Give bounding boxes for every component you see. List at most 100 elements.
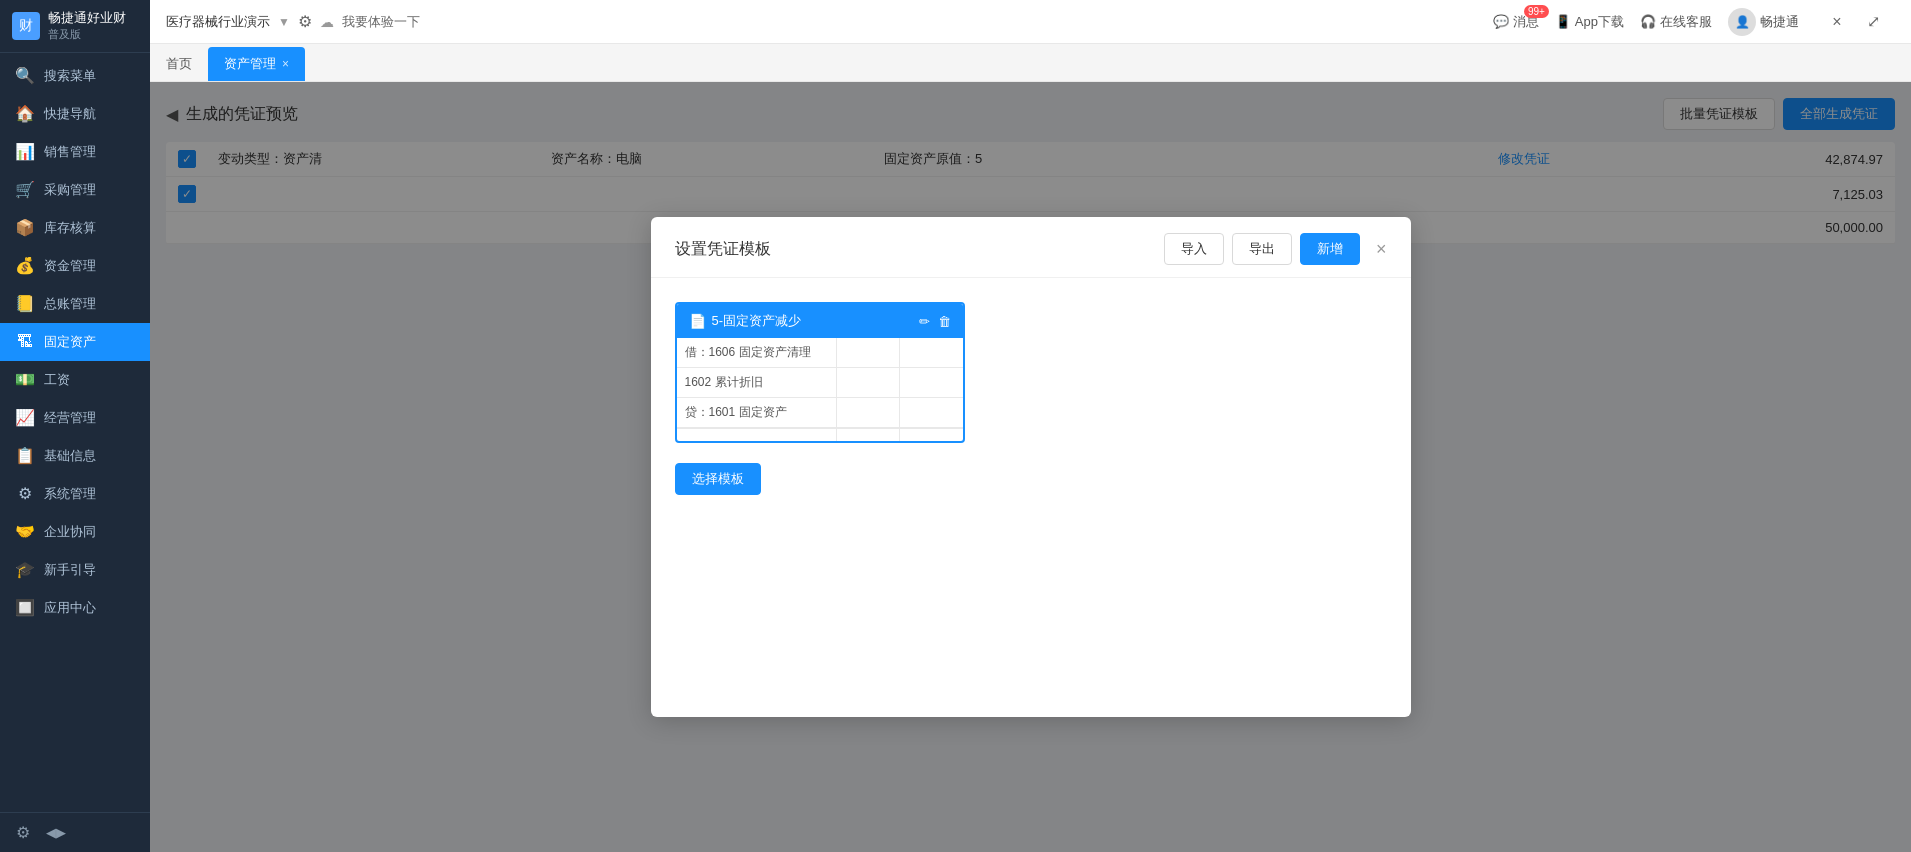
dialog-overlay: 设置凭证模板 导入 导出 新增 × �	[150, 82, 1911, 852]
sidebar-item-label: 采购管理	[44, 181, 96, 199]
tab-home[interactable]: 首页	[150, 47, 208, 81]
sidebar-item-purchase[interactable]: 🛒 采购管理	[0, 171, 150, 209]
service-icon: 🎧	[1640, 14, 1656, 29]
sidebar-item-system[interactable]: ⚙ 系统管理	[0, 475, 150, 513]
sidebar-item-label: 搜索菜单	[44, 67, 96, 85]
template-card-actions: ✏ 🗑	[919, 314, 951, 329]
template-entry-debit	[837, 398, 900, 427]
template-card-body: 借：1606 固定资产清理 1602 累计折旧	[677, 338, 963, 441]
template-entry-row: 借：1606 固定资产清理	[677, 338, 963, 368]
template-card-doc-icon: 📄	[689, 313, 706, 329]
sidebar-item-label: 销售管理	[44, 143, 96, 161]
template-card-title-area: 📄 5-固定资产减少	[689, 312, 802, 330]
tab-asset-mgmt[interactable]: 资产管理 ×	[208, 47, 305, 81]
template-entry-label: 1602 累计折旧	[677, 368, 837, 397]
sidebar-item-label: 经营管理	[44, 409, 96, 427]
template-footer-credit	[900, 428, 963, 441]
messages-badge: 99+	[1524, 5, 1549, 18]
sidebar-item-label: 基础信息	[44, 447, 96, 465]
template-delete-icon[interactable]: 🗑	[938, 314, 951, 329]
sidebar-item-label: 总账管理	[44, 295, 96, 313]
topbar-right: 💬 消息 99+ 📱 App下载 🎧 在线客服 👤 畅捷通	[1493, 8, 1895, 36]
sidebar-item-fixed-assets[interactable]: 🏗 固定资产	[0, 323, 150, 361]
sidebar-item-label: 资金管理	[44, 257, 96, 275]
sidebar-item-basic-info[interactable]: 📋 基础信息	[0, 437, 150, 475]
template-entry-row: 贷：1601 固定资产	[677, 398, 963, 428]
company-name[interactable]: 医疗器械行业演示	[166, 13, 270, 31]
home-icon: 🏠	[16, 105, 34, 123]
collapse-icon[interactable]: ◀▶	[46, 825, 66, 840]
sidebar-item-sales[interactable]: 📊 销售管理	[0, 133, 150, 171]
cloud-icon: ☁	[320, 14, 334, 30]
template-entry-row: 1602 累计折旧	[677, 368, 963, 398]
sidebar-item-label: 新手引导	[44, 561, 96, 579]
sidebar-item-operations[interactable]: 📈 经营管理	[0, 399, 150, 437]
enterprise-icon: 🤝	[16, 523, 34, 541]
sidebar-item-search[interactable]: 🔍 搜索菜单	[0, 57, 150, 95]
new-template-button[interactable]: 新增	[1300, 233, 1360, 265]
sidebar-nav: 🔍 搜索菜单 🏠 快捷导航 📊 销售管理 🛒 采购管理 📦 库存核算 💰	[0, 53, 150, 812]
sidebar-item-enterprise[interactable]: 🤝 企业协同	[0, 513, 150, 551]
import-button[interactable]: 导入	[1164, 233, 1224, 265]
app-download-label: App下载	[1575, 13, 1624, 31]
sidebar-item-quicknav[interactable]: 🏠 快捷导航	[0, 95, 150, 133]
sidebar: 财 畅捷通好业财 普及版 🔍 搜索菜单 🏠 快捷导航 📊 销售管理	[0, 0, 150, 852]
sidebar-header: 财 畅捷通好业财 普及版	[0, 0, 150, 53]
user-profile-button[interactable]: 👤 畅捷通	[1728, 8, 1799, 36]
template-edit-icon[interactable]: ✏	[919, 314, 930, 329]
dialog-header: 设置凭证模板 导入 导出 新增 ×	[651, 217, 1411, 278]
sales-icon: 📊	[16, 143, 34, 161]
select-template-button[interactable]: 选择模板	[675, 463, 761, 495]
sidebar-item-funds[interactable]: 💰 资金管理	[0, 247, 150, 285]
select-template-btn-wrap: 选择模板	[675, 463, 1387, 495]
purchase-icon: 🛒	[16, 181, 34, 199]
fixed-assets-icon: 🏗	[16, 333, 34, 351]
logo-icon: 财	[12, 12, 40, 40]
ledger-icon: 📒	[16, 295, 34, 313]
sidebar-item-ledger[interactable]: 📒 总账管理	[0, 285, 150, 323]
sidebar-item-inventory[interactable]: 📦 库存核算	[0, 209, 150, 247]
sidebar-brand: 畅捷通好业财 普及版	[48, 10, 126, 42]
username-label: 畅捷通	[1760, 13, 1799, 31]
customer-service-button[interactable]: 🎧 在线客服	[1640, 13, 1712, 31]
guide-icon: 🎓	[16, 561, 34, 579]
app-download-button[interactable]: 📱 App下载	[1555, 13, 1624, 31]
window-close-button[interactable]: ×	[1823, 8, 1851, 36]
dialog-body: 📄 5-固定资产减少 ✏ 🗑	[651, 278, 1411, 717]
sidebar-item-salary[interactable]: 💵 工资	[0, 361, 150, 399]
dialog-header-actions: 导入 导出 新增 ×	[1164, 233, 1387, 265]
app-name: 畅捷通好业财	[48, 10, 126, 27]
export-button[interactable]: 导出	[1232, 233, 1292, 265]
window-controls: × ⤢	[1815, 8, 1895, 36]
tabs-bar: 首页 资产管理 ×	[150, 44, 1911, 82]
sidebar-item-label: 工资	[44, 371, 70, 389]
template-entry-debit	[837, 368, 900, 397]
template-footer-label	[677, 428, 837, 441]
topbar-left: 医疗器械行业演示 ▼ ⚙ ☁ 我要体验一下	[166, 12, 1481, 31]
search-icon: 🔍	[16, 67, 34, 85]
messages-button[interactable]: 💬 消息 99+	[1493, 13, 1539, 31]
avatar-icon: 👤	[1735, 15, 1750, 29]
template-entry-label: 借：1606 固定资产清理	[677, 338, 837, 367]
dialog-close-icon[interactable]: ×	[1376, 239, 1387, 260]
phone-icon: 📱	[1555, 14, 1571, 29]
dropdown-arrow-icon[interactable]: ▼	[278, 15, 290, 29]
topbar: 医疗器械行业演示 ▼ ⚙ ☁ 我要体验一下 💬 消息 99+ 📱 App下载 🎧	[150, 0, 1911, 44]
settings-footer-icon[interactable]: ⚙	[16, 823, 30, 842]
window-maximize-button[interactable]: ⤢	[1859, 8, 1887, 36]
trial-text[interactable]: 我要体验一下	[342, 13, 420, 31]
sidebar-item-app-center[interactable]: 🔲 应用中心	[0, 589, 150, 627]
template-card-header: 📄 5-固定资产减少 ✏ 🗑	[677, 304, 963, 338]
sidebar-item-label: 系统管理	[44, 485, 96, 503]
customer-service-label: 在线客服	[1660, 13, 1712, 31]
template-entry-label: 贷：1601 固定资产	[677, 398, 837, 427]
sidebar-item-label: 企业协同	[44, 523, 96, 541]
inventory-icon: 📦	[16, 219, 34, 237]
funds-icon: 💰	[16, 257, 34, 275]
sidebar-item-guide[interactable]: 🎓 新手引导	[0, 551, 150, 589]
template-entry-credit	[900, 338, 963, 367]
app-center-icon: 🔲	[16, 599, 34, 617]
topbar-settings-icon[interactable]: ⚙	[298, 12, 312, 31]
tab-close-icon[interactable]: ×	[282, 57, 289, 71]
sidebar-item-label: 库存核算	[44, 219, 96, 237]
